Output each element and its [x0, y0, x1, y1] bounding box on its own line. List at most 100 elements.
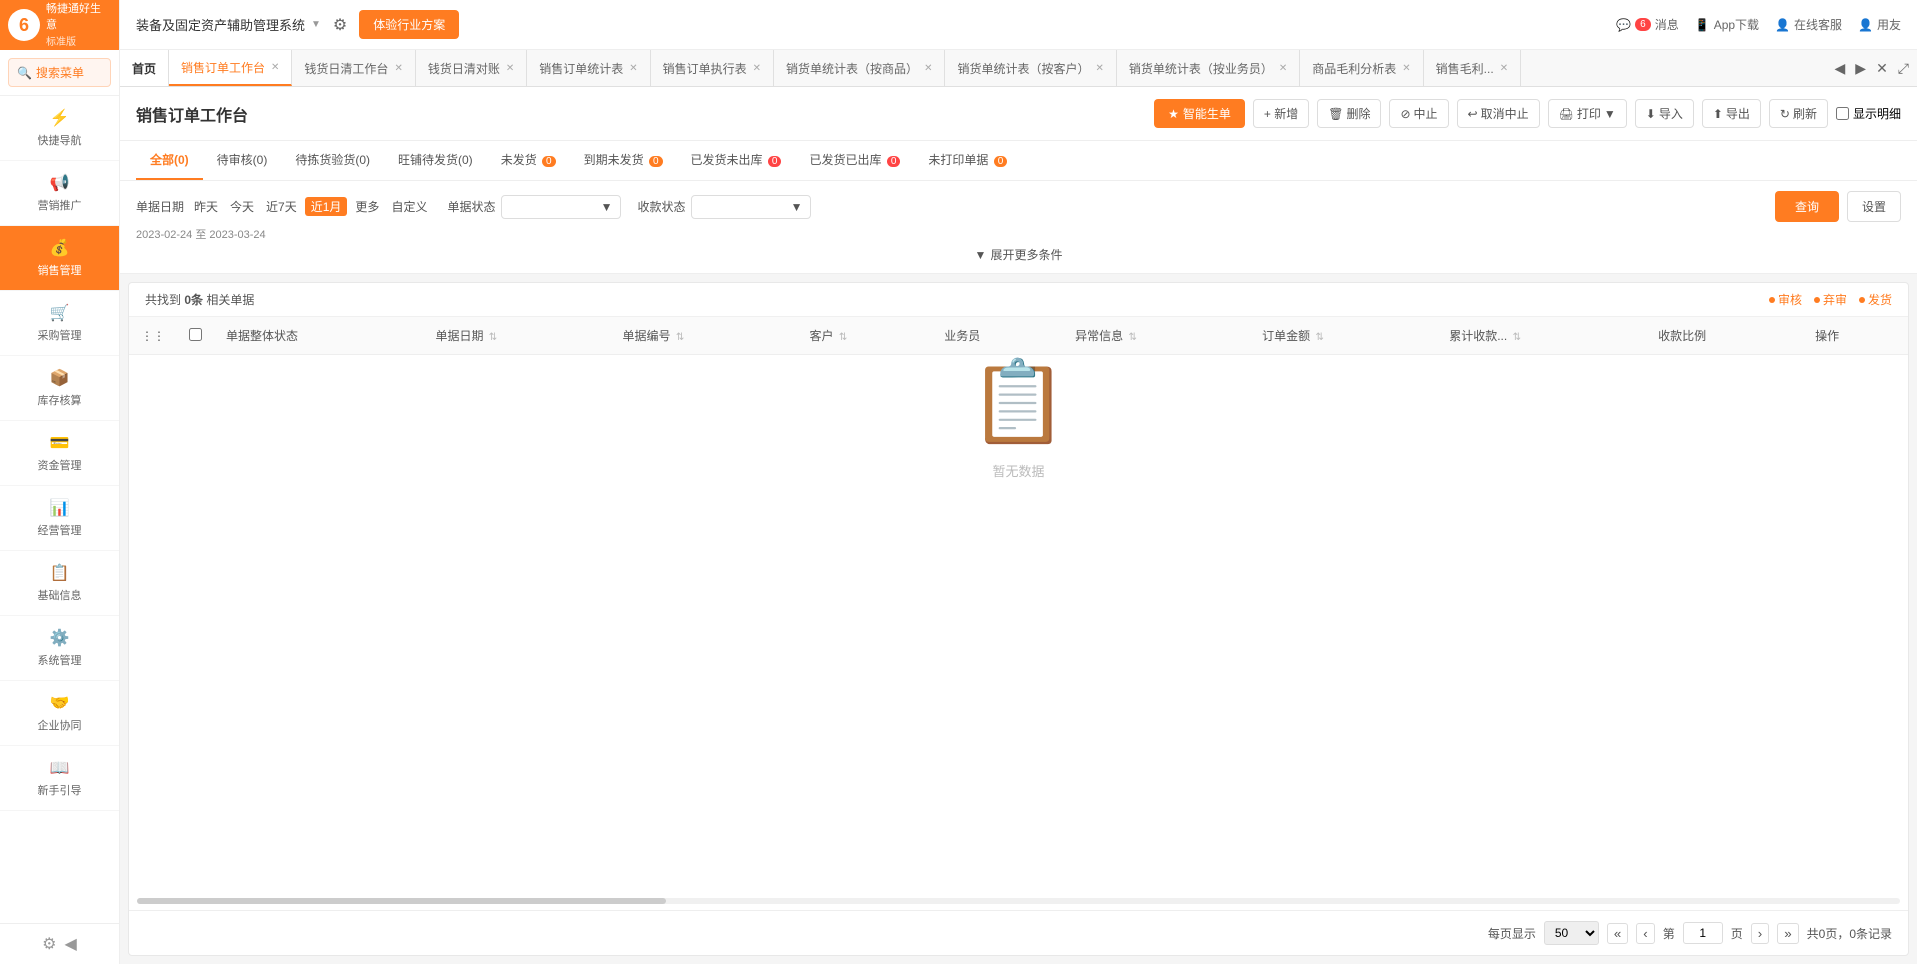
tab-sales-more[interactable]: 销售毛利... ✕: [1424, 50, 1521, 86]
sidebar-item-enterprise[interactable]: 🤝 企业协同: [0, 681, 119, 746]
online-service-label: 在线客服: [1794, 16, 1842, 33]
date-opt-7days[interactable]: 近7天: [262, 196, 301, 217]
tab-by-customer-close[interactable]: ✕: [1095, 63, 1103, 74]
ship-dot: [1859, 297, 1865, 303]
tab-cash-daily[interactable]: 钱货日清工作台 ✕: [292, 50, 415, 86]
refresh-button[interactable]: ↻ 刷新: [1769, 99, 1828, 128]
number-sort-icon[interactable]: ⇅: [676, 332, 684, 343]
show-detail-checkbox-label[interactable]: 显示明细: [1836, 105, 1901, 122]
sidebar-item-guide[interactable]: 📖 新手引导: [0, 746, 119, 811]
per-page-select[interactable]: 10 20 50 100: [1544, 921, 1599, 945]
sub-tab-not-printed[interactable]: 未打印单据 0: [914, 141, 1021, 180]
sidebar-item-capital[interactable]: 💳 资金管理: [0, 421, 119, 486]
date-opt-1month[interactable]: 近1月: [305, 197, 348, 216]
collection-filter-select[interactable]: ▼: [691, 195, 811, 219]
sub-tab-pending-inspect[interactable]: 待拣货验货(0): [281, 141, 384, 180]
tab-cash-reconcile-close[interactable]: ✕: [506, 63, 514, 74]
app-download-button[interactable]: 📱 App下载: [1695, 16, 1759, 33]
stop-button[interactable]: ⊘ 中止: [1389, 99, 1448, 128]
sidebar-item-marketing[interactable]: 📢 营销推广: [0, 161, 119, 226]
unapprove-action[interactable]: 弃审: [1814, 291, 1847, 308]
next-page-button[interactable]: ›: [1751, 923, 1769, 944]
tab-sales-exec[interactable]: 销售订单执行表 ✕: [651, 50, 774, 86]
sidebar-item-inventory[interactable]: 📦 库存核算: [0, 356, 119, 421]
tab-by-product-close[interactable]: ✕: [924, 63, 932, 74]
tab-by-product[interactable]: 销货单统计表（按商品） ✕: [774, 50, 945, 86]
tab-close-all-button[interactable]: ✕: [1872, 56, 1892, 81]
filter-expand-button[interactable]: ▼ 展开更多条件: [136, 246, 1901, 263]
tab-maximize-button[interactable]: ⤢: [1894, 56, 1913, 81]
sub-tab-shipped-out[interactable]: 已发货已出库 0: [795, 141, 914, 180]
collected-sort-icon[interactable]: ⇅: [1513, 332, 1521, 343]
tab-prev-button[interactable]: ◀: [1831, 56, 1850, 81]
prev-page-button[interactable]: ‹: [1636, 923, 1654, 944]
tab-margin-close[interactable]: ✕: [1402, 63, 1410, 74]
user-menu-button[interactable]: 👤 用友: [1858, 16, 1901, 33]
sidebar-item-basics[interactable]: 📋 基础信息: [0, 551, 119, 616]
select-all-checkbox[interactable]: [189, 328, 202, 341]
ship-action[interactable]: 发货: [1859, 291, 1892, 308]
date-opt-custom[interactable]: 自定义: [387, 196, 431, 217]
sub-tab-overdue[interactable]: 到期未发货 0: [570, 141, 677, 180]
sidebar-item-purchase[interactable]: 🛒 采购管理: [0, 291, 119, 356]
sidebar-item-operations[interactable]: 📊 经营管理: [0, 486, 119, 551]
online-service-button[interactable]: 👤 在线客服: [1775, 16, 1842, 33]
print-button[interactable]: 🖨 打印 ▼: [1548, 99, 1627, 128]
sub-tab-pending-review[interactable]: 待审核(0): [203, 141, 282, 180]
tab-by-customer[interactable]: 销货单统计表（按客户） ✕: [945, 50, 1116, 86]
tab-cash-daily-close[interactable]: ✕: [394, 63, 402, 74]
tab-by-staff[interactable]: 销货单统计表（按业务员） ✕: [1117, 50, 1300, 86]
smart-gen-button[interactable]: ★ 智能生单: [1154, 99, 1245, 128]
delete-button[interactable]: 🗑 删除: [1317, 99, 1381, 128]
query-button[interactable]: 查询: [1775, 191, 1839, 222]
cancel-stop-button[interactable]: ↩ 取消中止: [1457, 99, 1540, 128]
first-page-button[interactable]: «: [1607, 923, 1628, 944]
tab-by-staff-close[interactable]: ✕: [1279, 63, 1287, 74]
search-menu-button[interactable]: 🔍 搜索菜单: [8, 58, 111, 87]
sub-tab-shipped-not-out[interactable]: 已发货未出库 0: [677, 141, 796, 180]
collapse-sidebar-icon[interactable]: ◀: [65, 934, 77, 954]
show-detail-checkbox[interactable]: [1836, 107, 1849, 120]
tab-sales-workbench[interactable]: 销售订单工作台 ✕: [169, 50, 292, 86]
date-opt-more[interactable]: 更多: [351, 196, 383, 217]
horizontal-scrollbar[interactable]: [137, 898, 1900, 904]
table-scroll-container[interactable]: ⋮⋮ 单据整体状态 单据日期 ⇅: [129, 317, 1908, 892]
tab-home[interactable]: 首页: [120, 50, 169, 86]
sales-icon: 💰: [50, 238, 70, 258]
tab-sales-workbench-close[interactable]: ✕: [271, 62, 279, 73]
status-filter-select[interactable]: ▼: [501, 195, 621, 219]
abnormal-sort-icon[interactable]: ⇅: [1128, 332, 1136, 343]
add-button[interactable]: + 新增: [1253, 99, 1309, 128]
industry-solution-button[interactable]: 体验行业方案: [359, 10, 459, 39]
topbar-settings-icon[interactable]: ⚙: [333, 15, 347, 35]
sub-tab-not-shipped[interactable]: 未发货 0: [487, 141, 570, 180]
approve-action[interactable]: 审核: [1769, 291, 1802, 308]
export-button[interactable]: ⬆ 导出: [1702, 99, 1761, 128]
tab-cash-reconcile[interactable]: 钱货日清对账 ✕: [416, 50, 527, 86]
customer-sort-icon[interactable]: ⇅: [839, 332, 847, 343]
date-opt-today[interactable]: 今天: [226, 196, 258, 217]
date-opt-yesterday[interactable]: 昨天: [190, 196, 222, 217]
sidebar-item-system[interactable]: ⚙️ 系统管理: [0, 616, 119, 681]
sub-tab-wangpu[interactable]: 旺铺待发货(0): [384, 141, 487, 180]
last-page-button[interactable]: »: [1777, 923, 1798, 944]
sidebar-item-sales[interactable]: 💰 销售管理: [0, 226, 119, 291]
page-number-input[interactable]: [1683, 922, 1723, 944]
tab-next-button[interactable]: ▶: [1851, 56, 1870, 81]
tab-sales-stat[interactable]: 销售订单统计表 ✕: [527, 50, 650, 86]
tab-margin[interactable]: 商品毛利分析表 ✕: [1300, 50, 1423, 86]
amount-sort-icon[interactable]: ⇅: [1316, 332, 1324, 343]
system-dropdown-arrow[interactable]: ▼: [311, 19, 321, 30]
tab-sales-exec-close[interactable]: ✕: [753, 63, 761, 74]
sidebar-item-quick[interactable]: ⚡ 快捷导航: [0, 96, 119, 161]
message-button[interactable]: 💬 6 消息: [1616, 16, 1679, 33]
settings-bottom-icon[interactable]: ⚙: [42, 934, 56, 954]
tab-sales-stat-close[interactable]: ✕: [629, 63, 637, 74]
date-sort-icon[interactable]: ⇅: [489, 332, 497, 343]
empty-state: 📋 暂无数据: [129, 355, 1908, 480]
set-button[interactable]: 设置: [1847, 191, 1901, 222]
import-button[interactable]: ⬇ 导入: [1635, 99, 1694, 128]
tab-sales-more-close[interactable]: ✕: [1500, 63, 1508, 74]
sub-tab-all[interactable]: 全部(0): [136, 141, 203, 180]
horizontal-scrollbar-thumb[interactable]: [137, 898, 666, 904]
